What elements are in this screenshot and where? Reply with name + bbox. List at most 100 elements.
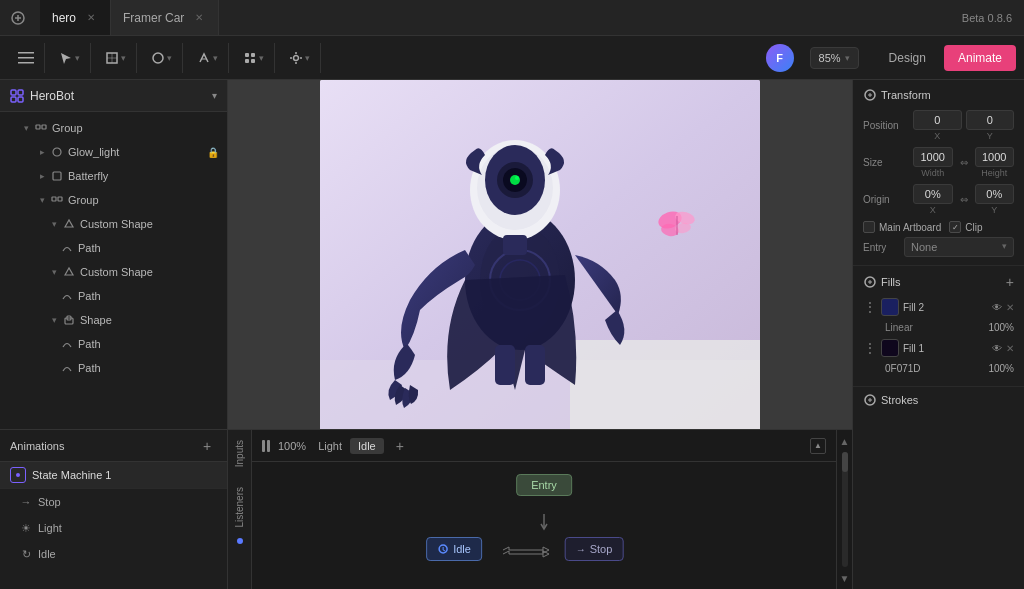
idle-label: Idle [38,548,56,560]
flow-canvas[interactable]: Entry [252,462,836,589]
svg-rect-40 [503,235,527,255]
link-dimensions-button[interactable]: ⇔ [957,147,971,178]
idle-state-item[interactable]: ↻ Idle [0,541,227,567]
clip-checkbox[interactable]: ✓ Clip [949,221,982,233]
fill-settings-icon[interactable]: ⋮ [863,300,877,314]
component-tool[interactable]: ▾ [237,44,270,72]
origin-label: Origin [863,194,913,205]
tab-hero-label: hero [52,11,76,25]
light-state-item[interactable]: ☀ Light [0,515,227,541]
position-x-label: X [913,131,962,141]
inputs-tab[interactable]: Inputs [234,434,245,473]
transform-section: Transform Position 0 X 0 Y Size [853,80,1024,266]
design-button[interactable]: Design [875,45,940,71]
tab-framer-car[interactable]: Framer Car ✕ [111,0,219,35]
add-state-button[interactable]: + [396,438,404,454]
select-tool[interactable]: ▾ [53,44,86,72]
svg-point-19 [53,148,61,156]
idle-node[interactable]: Idle [426,537,482,561]
layer-custom1[interactable]: ▾ Custom Shape [0,212,227,236]
fill-2-remove[interactable]: ✕ [1006,302,1014,313]
main-artboard-checkbox[interactable]: Main Artboard [863,221,941,233]
animations-title: Animations [10,440,197,452]
listeners-tab[interactable]: Listeners [234,481,245,534]
title-bar: hero ✕ Framer Car ✕ Beta 0.8.6 [0,0,1024,36]
entry-select[interactable]: None ▾ [904,237,1014,257]
light-label: Light [318,440,342,452]
menu-icon[interactable] [8,8,28,28]
checkbox [863,221,875,233]
position-y-col: 0 Y [966,110,1015,141]
scroll-up-btn[interactable]: ▲ [840,434,850,448]
scroll-up[interactable]: ▲ [810,438,826,454]
link-origin-button[interactable]: ⇔ [957,184,971,215]
svg-rect-18 [42,125,46,129]
fill-2-opacity: 100% [988,322,1014,333]
stop-node[interactable]: → Stop [565,537,624,561]
custom-shape-icon [62,217,76,231]
timeline-percent: 100% [278,440,306,452]
layer-path2[interactable]: Path [0,284,227,308]
origin-y-input[interactable]: 0% [975,184,1015,204]
origin-y-label: Y [975,205,1015,215]
state-machine-item[interactable]: State Machine 1 [0,462,227,489]
entry-node[interactable]: Entry [516,474,572,496]
layer-group2[interactable]: ▾ Group [0,188,227,212]
animate-button[interactable]: Animate [944,45,1016,71]
layer-group1[interactable]: ▾ Group [0,116,227,140]
fill-1-remove[interactable]: ✕ [1006,343,1014,354]
layer-custom2[interactable]: ▾ Custom Shape [0,260,227,284]
pause-button[interactable] [262,440,270,452]
fill-1-eye[interactable]: 👁 [992,343,1002,354]
layer-glow[interactable]: ▸ Glow_light 🔒 [0,140,227,164]
layer-label: Custom Shape [80,266,153,278]
svg-rect-20 [53,172,61,180]
fill-2-swatch[interactable] [881,298,899,316]
position-y-input[interactable]: 0 [966,110,1015,130]
pen-tool[interactable]: ▾ [191,44,224,72]
panel-collapse[interactable]: ▾ [212,90,217,101]
fill-1-swatch[interactable] [881,339,899,357]
fill-2-item: ⋮ Fill 2 👁 ✕ Linear 100% [863,298,1014,333]
tab-framer-car-close[interactable]: ✕ [192,11,206,25]
add-animation-button[interactable]: + [197,436,217,456]
tab-hero-close[interactable]: ✕ [84,11,98,25]
origin-inputs: 0% X ⇔ 0% Y [913,184,1014,215]
origin-x-input[interactable]: 0% [913,184,953,204]
scroll-down-btn[interactable]: ▼ [840,571,850,585]
layer-butterfly[interactable]: ▸ Batterfly [0,164,227,188]
strokes-header: Strokes [863,393,1014,407]
stop-state-item[interactable]: → Stop [0,489,227,515]
fill-2-eye[interactable]: 👁 [992,302,1002,313]
add-fill-button[interactable]: + [1006,274,1014,290]
timeline-scrollbar[interactable]: ▲ ▼ [836,430,852,589]
position-x-input[interactable]: 0 [913,110,962,130]
group-icon [50,193,64,207]
canvas-area[interactable] [228,80,852,429]
zoom-control[interactable]: 85% ▾ [810,47,859,69]
origin-x-col: 0% X [913,184,953,215]
scrollbar-thumb[interactable] [842,452,848,472]
fill-settings-icon[interactable]: ⋮ [863,341,877,355]
idle-icon: ↻ [20,548,32,560]
tab-hero[interactable]: hero ✕ [40,0,111,35]
layer-path3[interactable]: Path [0,332,227,356]
layer-label: Path [78,290,101,302]
size-h-input[interactable]: 1000 [975,147,1015,167]
layer-label: Glow_light [68,146,119,158]
idle-state-tab[interactable]: Idle [350,438,384,454]
timeline-main: 100% Light Idle + ▲ Entry [252,430,836,589]
layer-shape[interactable]: ▾ Shape [0,308,227,332]
layer-path4[interactable]: Path [0,356,227,380]
menu-button[interactable] [12,44,40,72]
size-w-input[interactable]: 1000 [913,147,953,167]
size-inputs: 1000 Width ⇔ 1000 Height [913,147,1014,178]
fill-2-row: ⋮ Fill 2 👁 ✕ [863,298,1014,316]
layer-path1[interactable]: Path [0,236,227,260]
user-avatar[interactable]: F [766,44,794,72]
shape-tool[interactable]: ▾ [145,44,178,72]
arrow-connector [538,514,550,537]
panel-title: HeroBot [30,89,212,103]
frame-tool[interactable]: ▾ [99,44,132,72]
settings-tool[interactable]: ▾ [283,44,316,72]
